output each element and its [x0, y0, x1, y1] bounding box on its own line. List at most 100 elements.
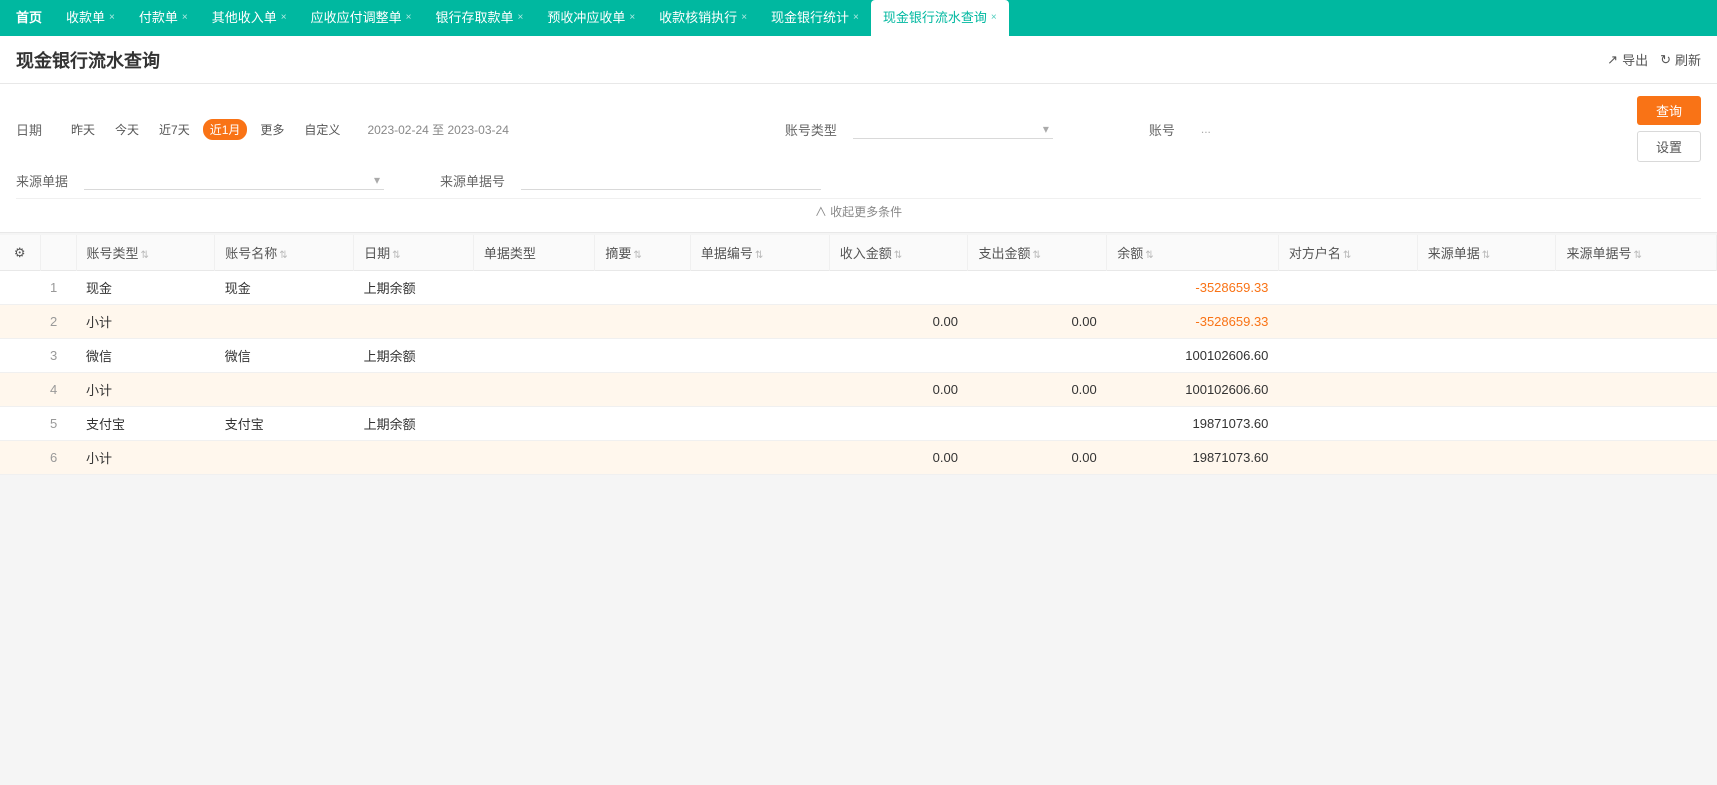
sort-icon[interactable]: ⇅	[1343, 250, 1351, 261]
table-cell: 2	[40, 305, 76, 339]
data-table: ⚙ 账号类型⇅ 账号名称⇅ 日期⇅ 单据类型 摘要⇅	[0, 235, 1717, 475]
close-icon[interactable]: ×	[182, 0, 188, 36]
sort-icon[interactable]: ⇅	[1145, 250, 1153, 261]
top-navigation: 首页 收款单 × 付款单 × 其他收入单 × 应收应付调整单 × 银行存取款单 …	[0, 0, 1717, 36]
close-icon[interactable]: ×	[741, 0, 747, 36]
close-icon[interactable]: ×	[517, 0, 523, 36]
table-cell	[1556, 339, 1717, 373]
col-balance: 余额⇅	[1107, 235, 1279, 271]
filter-row-source: 来源单据 来源单据号	[16, 170, 1701, 190]
refresh-button[interactable]: ↻ 刷新	[1660, 50, 1701, 69]
export-button[interactable]: ↗ 导出	[1607, 50, 1648, 69]
table-cell	[354, 441, 474, 475]
source-doc-no-input[interactable]	[521, 170, 821, 190]
date-range-text: 2023-02-24 至 2023-03-24	[367, 123, 508, 137]
table-header: ⚙ 账号类型⇅ 账号名称⇅ 日期⇅ 单据类型 摘要⇅	[0, 235, 1717, 271]
table-cell	[690, 305, 829, 339]
more-options-icon[interactable]: ...	[1197, 122, 1215, 136]
date-btn-today[interactable]: 今天	[108, 119, 146, 140]
table-cell	[829, 339, 968, 373]
table-cell	[473, 407, 595, 441]
table-cell	[595, 373, 691, 407]
table-cell: 现金	[76, 271, 215, 305]
refresh-icon: ↻	[1660, 52, 1671, 68]
nav-payment[interactable]: 付款单 ×	[127, 0, 200, 36]
table-cell	[215, 373, 354, 407]
table-cell	[1556, 271, 1717, 305]
table-cell	[968, 339, 1107, 373]
date-btn-more[interactable]: 更多	[253, 119, 291, 140]
table-row: 5支付宝支付宝上期余额19871073.60	[0, 407, 1717, 441]
date-btn-1month[interactable]: 近1月	[203, 119, 248, 140]
nav-bank-deposit[interactable]: 银行存取款单 ×	[423, 0, 535, 36]
close-icon[interactable]: ×	[281, 0, 287, 36]
table-cell	[1417, 407, 1556, 441]
close-icon[interactable]: ×	[991, 0, 997, 36]
source-doc-no-label: 来源单据号	[440, 171, 505, 190]
date-btn-7days[interactable]: 近7天	[152, 119, 197, 140]
close-icon[interactable]: ×	[853, 0, 859, 36]
sort-icon[interactable]: ⇅	[1482, 250, 1490, 261]
nav-home[interactable]: 首页	[4, 0, 54, 36]
sort-icon[interactable]: ⇅	[755, 250, 763, 261]
table-body: 1现金现金上期余额-3528659.332小计0.000.00-3528659.…	[0, 271, 1717, 475]
nav-verify[interactable]: 收款核销执行 ×	[647, 0, 759, 36]
nav-receipt[interactable]: 收款单 ×	[54, 0, 127, 36]
nav-ap-adjust[interactable]: 应收应付调整单 ×	[299, 0, 424, 36]
sort-icon[interactable]: ⇅	[1032, 250, 1040, 261]
source-doc-label: 来源单据	[16, 171, 68, 190]
sort-icon[interactable]: ⇅	[141, 250, 149, 261]
table-cell: 小计	[76, 441, 215, 475]
col-income: 收入金额⇅	[829, 235, 968, 271]
table-cell	[0, 407, 40, 441]
table-cell: 0.00	[829, 441, 968, 475]
table-cell	[0, 441, 40, 475]
table-cell: 0.00	[968, 305, 1107, 339]
table-cell: 3	[40, 339, 76, 373]
sort-icon[interactable]: ⇅	[1633, 250, 1641, 261]
header-actions: ↗ 导出 ↻ 刷新	[1607, 50, 1701, 69]
source-doc-select[interactable]	[84, 170, 384, 190]
nav-advance[interactable]: 预收冲应收单 ×	[535, 0, 647, 36]
table-cell: 5	[40, 407, 76, 441]
table-cell: 100102606.60	[1107, 339, 1279, 373]
nav-cash-bank-flow[interactable]: 现金银行流水查询 ×	[871, 0, 1009, 36]
table-cell	[1278, 305, 1417, 339]
account-no-label: 账号	[1149, 120, 1181, 139]
close-icon[interactable]: ×	[629, 0, 635, 36]
date-label: 日期	[16, 120, 48, 139]
table-cell	[690, 441, 829, 475]
table-cell: 微信	[215, 339, 354, 373]
table-cell	[0, 339, 40, 373]
account-type-select-wrapper	[853, 119, 1053, 139]
sort-icon[interactable]: ⇅	[633, 250, 641, 261]
table-cell: 小计	[76, 373, 215, 407]
account-type-select[interactable]	[853, 119, 1053, 139]
nav-cash-bank-stat[interactable]: 现金银行统计 ×	[759, 0, 871, 36]
close-icon[interactable]: ×	[406, 0, 412, 36]
table-cell	[1417, 373, 1556, 407]
table-row: 1现金现金上期余额-3528659.33	[0, 271, 1717, 305]
gear-icon[interactable]: ⚙	[14, 245, 26, 260]
nav-other-income[interactable]: 其他收入单 ×	[200, 0, 299, 36]
date-btn-yesterday[interactable]: 昨天	[64, 119, 102, 140]
collapse-bar[interactable]: ∧ 收起更多条件	[16, 198, 1701, 224]
table-cell: 6	[40, 441, 76, 475]
settings-button[interactable]: 设置	[1637, 131, 1701, 162]
close-icon[interactable]: ×	[109, 0, 115, 36]
table-cell	[1417, 339, 1556, 373]
table-cell: -3528659.33	[1107, 305, 1279, 339]
table-cell	[473, 271, 595, 305]
sort-icon[interactable]: ⇅	[279, 250, 287, 261]
sort-icon[interactable]: ⇅	[392, 250, 400, 261]
table-cell	[690, 373, 829, 407]
query-button[interactable]: 查询	[1637, 96, 1701, 125]
table-cell	[690, 407, 829, 441]
table-cell: 100102606.60	[1107, 373, 1279, 407]
table-cell: 上期余额	[354, 271, 474, 305]
table-cell	[354, 373, 474, 407]
collapse-icon: ∧	[815, 205, 830, 219]
date-btn-custom[interactable]: 自定义	[297, 119, 347, 140]
table-cell	[0, 305, 40, 339]
sort-icon[interactable]: ⇅	[894, 250, 902, 261]
